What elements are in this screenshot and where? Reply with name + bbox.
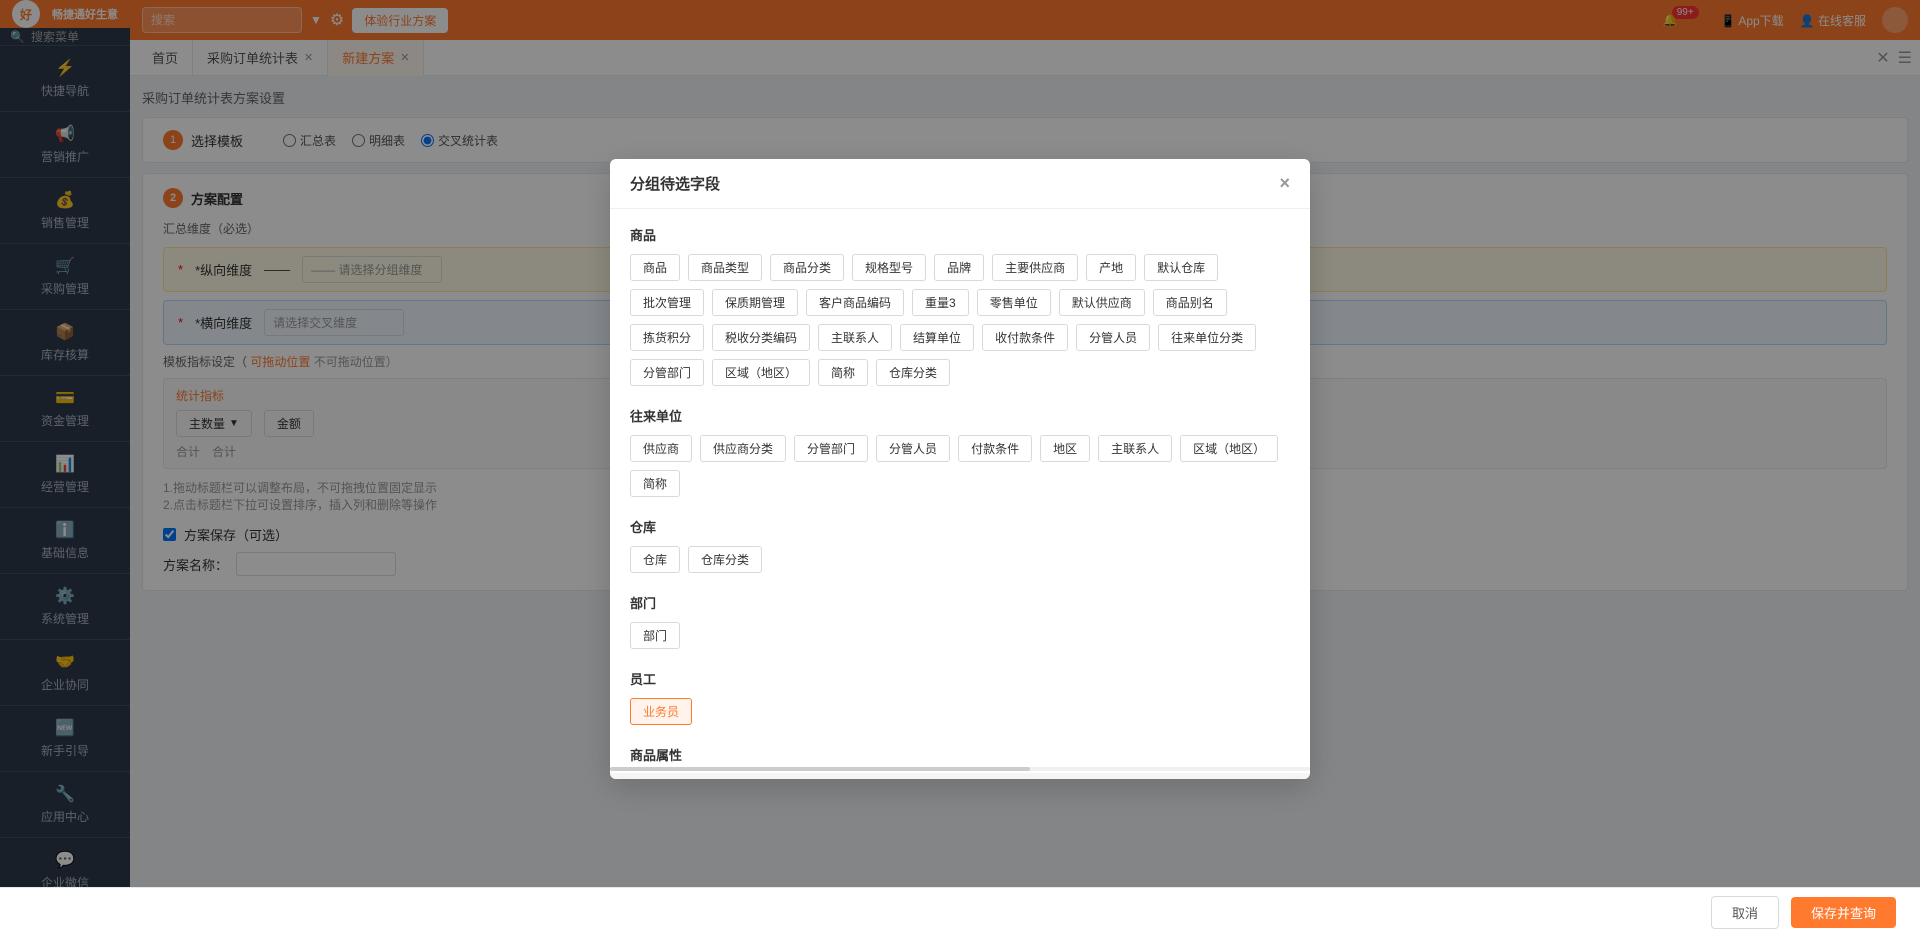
field-product-type[interactable]: 商品类型 [688,254,762,281]
field-abbr[interactable]: 简称 [818,359,868,386]
field-p-manager[interactable]: 分管人员 [876,435,950,462]
field-pick-points[interactable]: 拣货积分 [630,324,704,351]
field-dept[interactable]: 分管部门 [630,359,704,386]
scroll-thumb[interactable] [610,767,1030,771]
product-fields: 商品 商品类型 商品分类 规格型号 品牌 主要供应商 产地 默认仓库 批次管理 … [630,254,1290,386]
field-p-region[interactable]: 区域（地区） [1180,435,1278,462]
field-default-warehouse[interactable]: 默认仓库 [1144,254,1218,281]
field-weight[interactable]: 重量3 [912,289,969,316]
field-origin[interactable]: 产地 [1086,254,1136,281]
field-brand[interactable]: 品牌 [934,254,984,281]
field-supplier[interactable]: 供应商 [630,435,692,462]
field-product[interactable]: 商品 [630,254,680,281]
field-p-abbr[interactable]: 简称 [630,470,680,497]
field-wh-cat[interactable]: 仓库分类 [876,359,950,386]
employee-fields: 业务员 [630,698,1290,725]
field-p-dept[interactable]: 分管部门 [794,435,868,462]
section-warehouse: 仓库 仓库 仓库分类 [630,517,1290,573]
field-manager[interactable]: 分管人员 [1076,324,1150,351]
field-customer-code[interactable]: 客户商品编码 [806,289,904,316]
warehouse-fields: 仓库 仓库分类 [630,546,1290,573]
field-settle-unit[interactable]: 结算单位 [900,324,974,351]
field-tax-code[interactable]: 税收分类编码 [712,324,810,351]
section-partner-title: 往来单位 [630,406,1290,425]
field-batch[interactable]: 批次管理 [630,289,704,316]
field-payment-term[interactable]: 收付款条件 [982,324,1068,351]
field-retail-unit[interactable]: 零售单位 [977,289,1051,316]
field-supplier-cat[interactable]: 供应商分类 [700,435,786,462]
modal-close-btn[interactable]: × [1279,173,1290,194]
section-partner: 往来单位 供应商 供应商分类 分管部门 分管人员 付款条件 地区 主联系人 区域… [630,406,1290,497]
dept-fields: 部门 [630,622,1290,649]
modal-title: 分组待选字段 [630,173,720,194]
section-dept-title: 部门 [630,593,1290,612]
field-main-supplier[interactable]: 主要供应商 [992,254,1078,281]
section-dept: 部门 部门 [630,593,1290,649]
field-alias[interactable]: 商品别名 [1153,289,1227,316]
section-warehouse-title: 仓库 [630,517,1290,536]
modal-body: 商品 商品 商品类型 商品分类 规格型号 品牌 主要供应商 产地 默认仓库 批次… [610,209,1310,774]
field-warehouse-cat[interactable]: 仓库分类 [688,546,762,573]
field-p-contact[interactable]: 主联系人 [1098,435,1172,462]
field-default-supplier[interactable]: 默认供应商 [1059,289,1145,316]
field-p-area[interactable]: 地区 [1040,435,1090,462]
cancel-button[interactable]: 取消 [1711,896,1779,929]
section-product-attr-title: 商品属性 [630,745,1290,764]
save-button[interactable]: 保存并查询 [1791,897,1896,928]
field-p-payment[interactable]: 付款条件 [958,435,1032,462]
scroll-track [610,767,1310,771]
field-region[interactable]: 区域（地区） [712,359,810,386]
field-department[interactable]: 部门 [630,622,680,649]
field-partner-cat[interactable]: 往来单位分类 [1158,324,1256,351]
field-salesperson[interactable]: 业务员 [630,698,692,725]
section-employee: 员工 业务员 [630,669,1290,725]
field-main-contact[interactable]: 主联系人 [818,324,892,351]
field-expiry[interactable]: 保质期管理 [712,289,798,316]
modal: 分组待选字段 × 商品 商品 商品类型 商品分类 规格型号 品牌 主要供应商 产… [610,159,1310,779]
field-warehouse[interactable]: 仓库 [630,546,680,573]
section-employee-title: 员工 [630,669,1290,688]
modal-header: 分组待选字段 × [610,159,1310,209]
field-product-category[interactable]: 商品分类 [770,254,844,281]
section-product-title: 商品 [630,225,1290,244]
modal-overlay: 分组待选字段 × 商品 商品 商品类型 商品分类 规格型号 品牌 主要供应商 产… [0,0,1920,937]
modal-scroll-bar [610,773,1310,778]
field-spec[interactable]: 规格型号 [852,254,926,281]
partner-fields: 供应商 供应商分类 分管部门 分管人员 付款条件 地区 主联系人 区域（地区） … [630,435,1290,497]
section-product: 商品 商品 商品类型 商品分类 规格型号 品牌 主要供应商 产地 默认仓库 批次… [630,225,1290,386]
bottom-bar: 取消 保存并查询 [0,887,1920,937]
